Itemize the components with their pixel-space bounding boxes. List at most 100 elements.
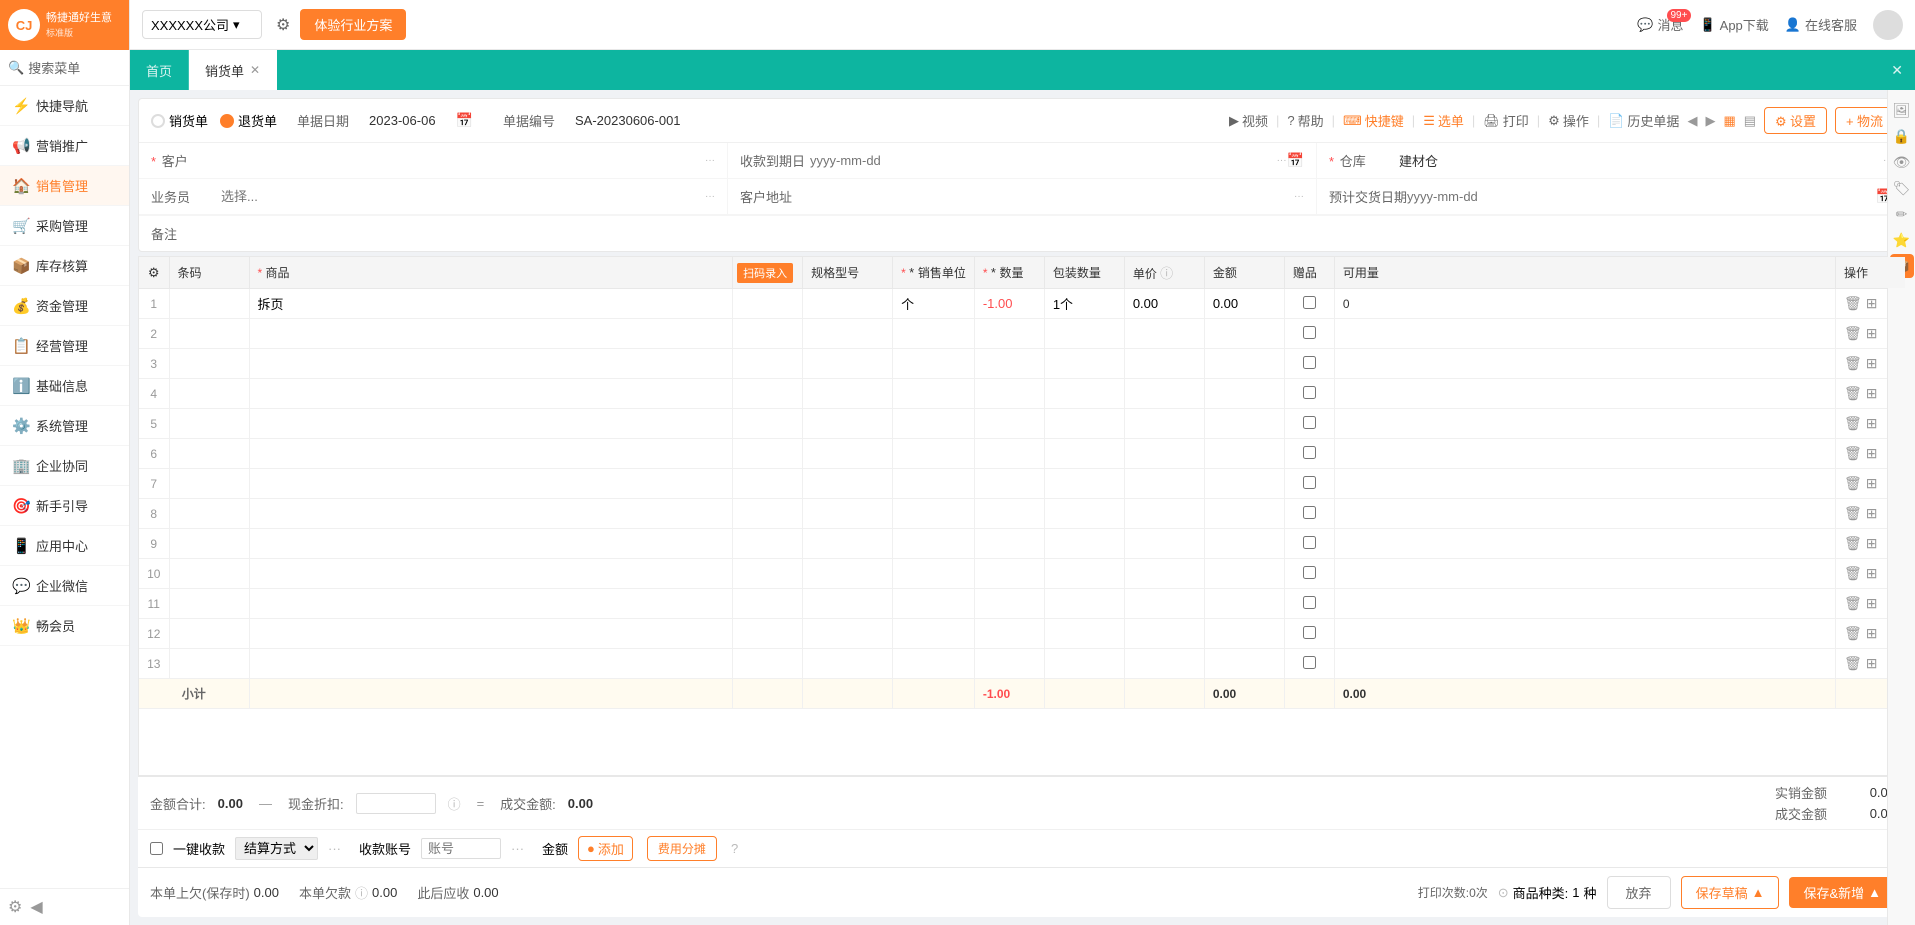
row-price[interactable] xyxy=(1124,619,1204,649)
row-barcode[interactable] xyxy=(169,319,249,349)
row-unit[interactable] xyxy=(893,559,975,589)
row-pack-qty[interactable] xyxy=(1044,469,1124,499)
row-price[interactable] xyxy=(1124,589,1204,619)
row-qty[interactable] xyxy=(974,499,1044,529)
row-delete-icon[interactable]: 🗑 xyxy=(1844,535,1862,552)
date-picker-icon[interactable]: 📅 xyxy=(456,112,473,129)
prev-icon[interactable]: ◀ xyxy=(1687,113,1697,129)
row-goods[interactable] xyxy=(249,529,733,559)
sidebar-item-sales[interactable]: 🏠 销售管理 xyxy=(0,166,129,206)
row-barcode[interactable] xyxy=(169,619,249,649)
discount-input[interactable] xyxy=(356,793,436,814)
action-select[interactable]: ☰ 选单 xyxy=(1423,111,1464,130)
row-pack-qty[interactable] xyxy=(1044,559,1124,589)
row-goods[interactable] xyxy=(249,289,733,319)
salesperson-input[interactable] xyxy=(221,189,705,204)
sidebar-item-marketing[interactable]: 📢 营销推广 xyxy=(0,126,129,166)
row-amount[interactable] xyxy=(1204,589,1284,619)
row-qty[interactable] xyxy=(974,589,1044,619)
row-unit[interactable] xyxy=(893,469,975,499)
row-amount[interactable] xyxy=(1204,319,1284,349)
row-pack-qty[interactable] xyxy=(1044,619,1124,649)
row-gift[interactable] xyxy=(1284,589,1334,619)
remark-input[interactable] xyxy=(221,226,1894,241)
row-barcode[interactable] xyxy=(169,649,249,679)
row-delete-icon[interactable]: 🗑 xyxy=(1844,355,1862,372)
save-new-button[interactable]: 保存&新增 ▲ xyxy=(1789,877,1895,908)
row-unit[interactable] xyxy=(893,409,975,439)
row-qty[interactable] xyxy=(974,619,1044,649)
row-delete-icon[interactable]: 🗑 xyxy=(1844,565,1862,582)
row-delete-icon[interactable]: 🗑 xyxy=(1844,325,1862,342)
sidebar-item-quick-nav[interactable]: ⚡ 快捷导航 xyxy=(0,86,129,126)
expense-tab-button[interactable]: 费用分摊 xyxy=(647,836,717,861)
sidebar-item-guide[interactable]: 🎯 新手引导 xyxy=(0,486,129,526)
row-gift[interactable] xyxy=(1284,649,1334,679)
row-gift[interactable] xyxy=(1284,409,1334,439)
row-amount[interactable] xyxy=(1204,409,1284,439)
salesperson-more-icon[interactable]: ··· xyxy=(705,191,715,202)
abandon-button[interactable]: 放弃 xyxy=(1607,876,1671,909)
row-pack-qty[interactable] xyxy=(1044,439,1124,469)
sidebar-item-finance[interactable]: 💰 资金管理 xyxy=(0,286,129,326)
row-pack-qty[interactable] xyxy=(1044,409,1124,439)
grid-view-icon[interactable]: ▦ xyxy=(1723,113,1735,129)
row-price[interactable] xyxy=(1124,529,1204,559)
action-operate[interactable]: ⚙ 操作 xyxy=(1548,111,1589,130)
row-copy-icon[interactable]: ⊞ xyxy=(1866,655,1878,672)
row-delete-icon[interactable]: 🗑 xyxy=(1844,295,1862,312)
row-goods[interactable] xyxy=(249,499,733,529)
row-barcode[interactable] xyxy=(169,439,249,469)
row-spec[interactable] xyxy=(803,529,893,559)
sidebar-item-wechat[interactable]: 💬 企业微信 xyxy=(0,566,129,606)
right-icon-lock[interactable]: 🔒 xyxy=(1890,124,1914,148)
row-pack-qty[interactable] xyxy=(1044,379,1124,409)
row-goods[interactable] xyxy=(249,349,733,379)
settle-method-select[interactable]: 结算方式 xyxy=(235,837,318,860)
row-price[interactable] xyxy=(1124,379,1204,409)
row-pack-qty[interactable] xyxy=(1044,649,1124,679)
due-date-calendar-icon[interactable]: 📅 xyxy=(1287,152,1304,169)
row-barcode[interactable] xyxy=(169,349,249,379)
row-unit[interactable] xyxy=(893,619,975,649)
row-gift[interactable] xyxy=(1284,469,1334,499)
row-pack-qty[interactable] xyxy=(1044,499,1124,529)
row-amount[interactable] xyxy=(1204,529,1284,559)
save-draft-arrow[interactable]: ▲ xyxy=(1752,885,1765,900)
radio-return-order[interactable]: 退货单 xyxy=(220,111,277,130)
row-spec[interactable] xyxy=(803,379,893,409)
row-gift[interactable] xyxy=(1284,559,1334,589)
row-goods[interactable] xyxy=(249,379,733,409)
row-amount[interactable] xyxy=(1204,619,1284,649)
row-copy-icon[interactable]: ⊞ xyxy=(1866,475,1878,492)
company-selector[interactable]: XXXXXX公司 ▾ xyxy=(142,10,262,39)
row-barcode[interactable] xyxy=(169,469,249,499)
row-goods[interactable] xyxy=(249,319,733,349)
row-copy-icon[interactable]: ⊞ xyxy=(1866,325,1878,342)
message-button[interactable]: 💬 消息 99+ xyxy=(1637,15,1683,34)
customer-input[interactable] xyxy=(221,153,705,168)
user-avatar[interactable] xyxy=(1873,10,1903,40)
sidebar-item-vip[interactable]: 👑 畅会员 xyxy=(0,606,129,646)
account-dots[interactable]: ··· xyxy=(511,841,524,856)
row-goods[interactable] xyxy=(249,559,733,589)
tab-sales-order[interactable]: 销货单 ✕ xyxy=(189,50,277,90)
row-price[interactable] xyxy=(1124,319,1204,349)
row-amount[interactable] xyxy=(1204,469,1284,499)
row-pack-qty[interactable] xyxy=(1044,589,1124,619)
row-unit[interactable] xyxy=(893,589,975,619)
action-print[interactable]: 🖨 打印 xyxy=(1483,111,1529,130)
right-icon-eye[interactable]: 👁 xyxy=(1890,150,1914,174)
logistics-button[interactable]: + 物流 xyxy=(1835,107,1894,134)
row-unit[interactable] xyxy=(893,529,975,559)
row-copy-icon[interactable]: ⊞ xyxy=(1866,535,1878,552)
row-qty[interactable] xyxy=(974,439,1044,469)
row-qty[interactable] xyxy=(974,469,1044,499)
row-unit[interactable] xyxy=(893,439,975,469)
row-spec[interactable] xyxy=(803,499,893,529)
row-unit[interactable] xyxy=(893,499,975,529)
row-amount[interactable] xyxy=(1204,379,1284,409)
row-barcode[interactable] xyxy=(169,499,249,529)
row-pack-qty[interactable] xyxy=(1044,289,1124,319)
row-qty[interactable] xyxy=(974,349,1044,379)
